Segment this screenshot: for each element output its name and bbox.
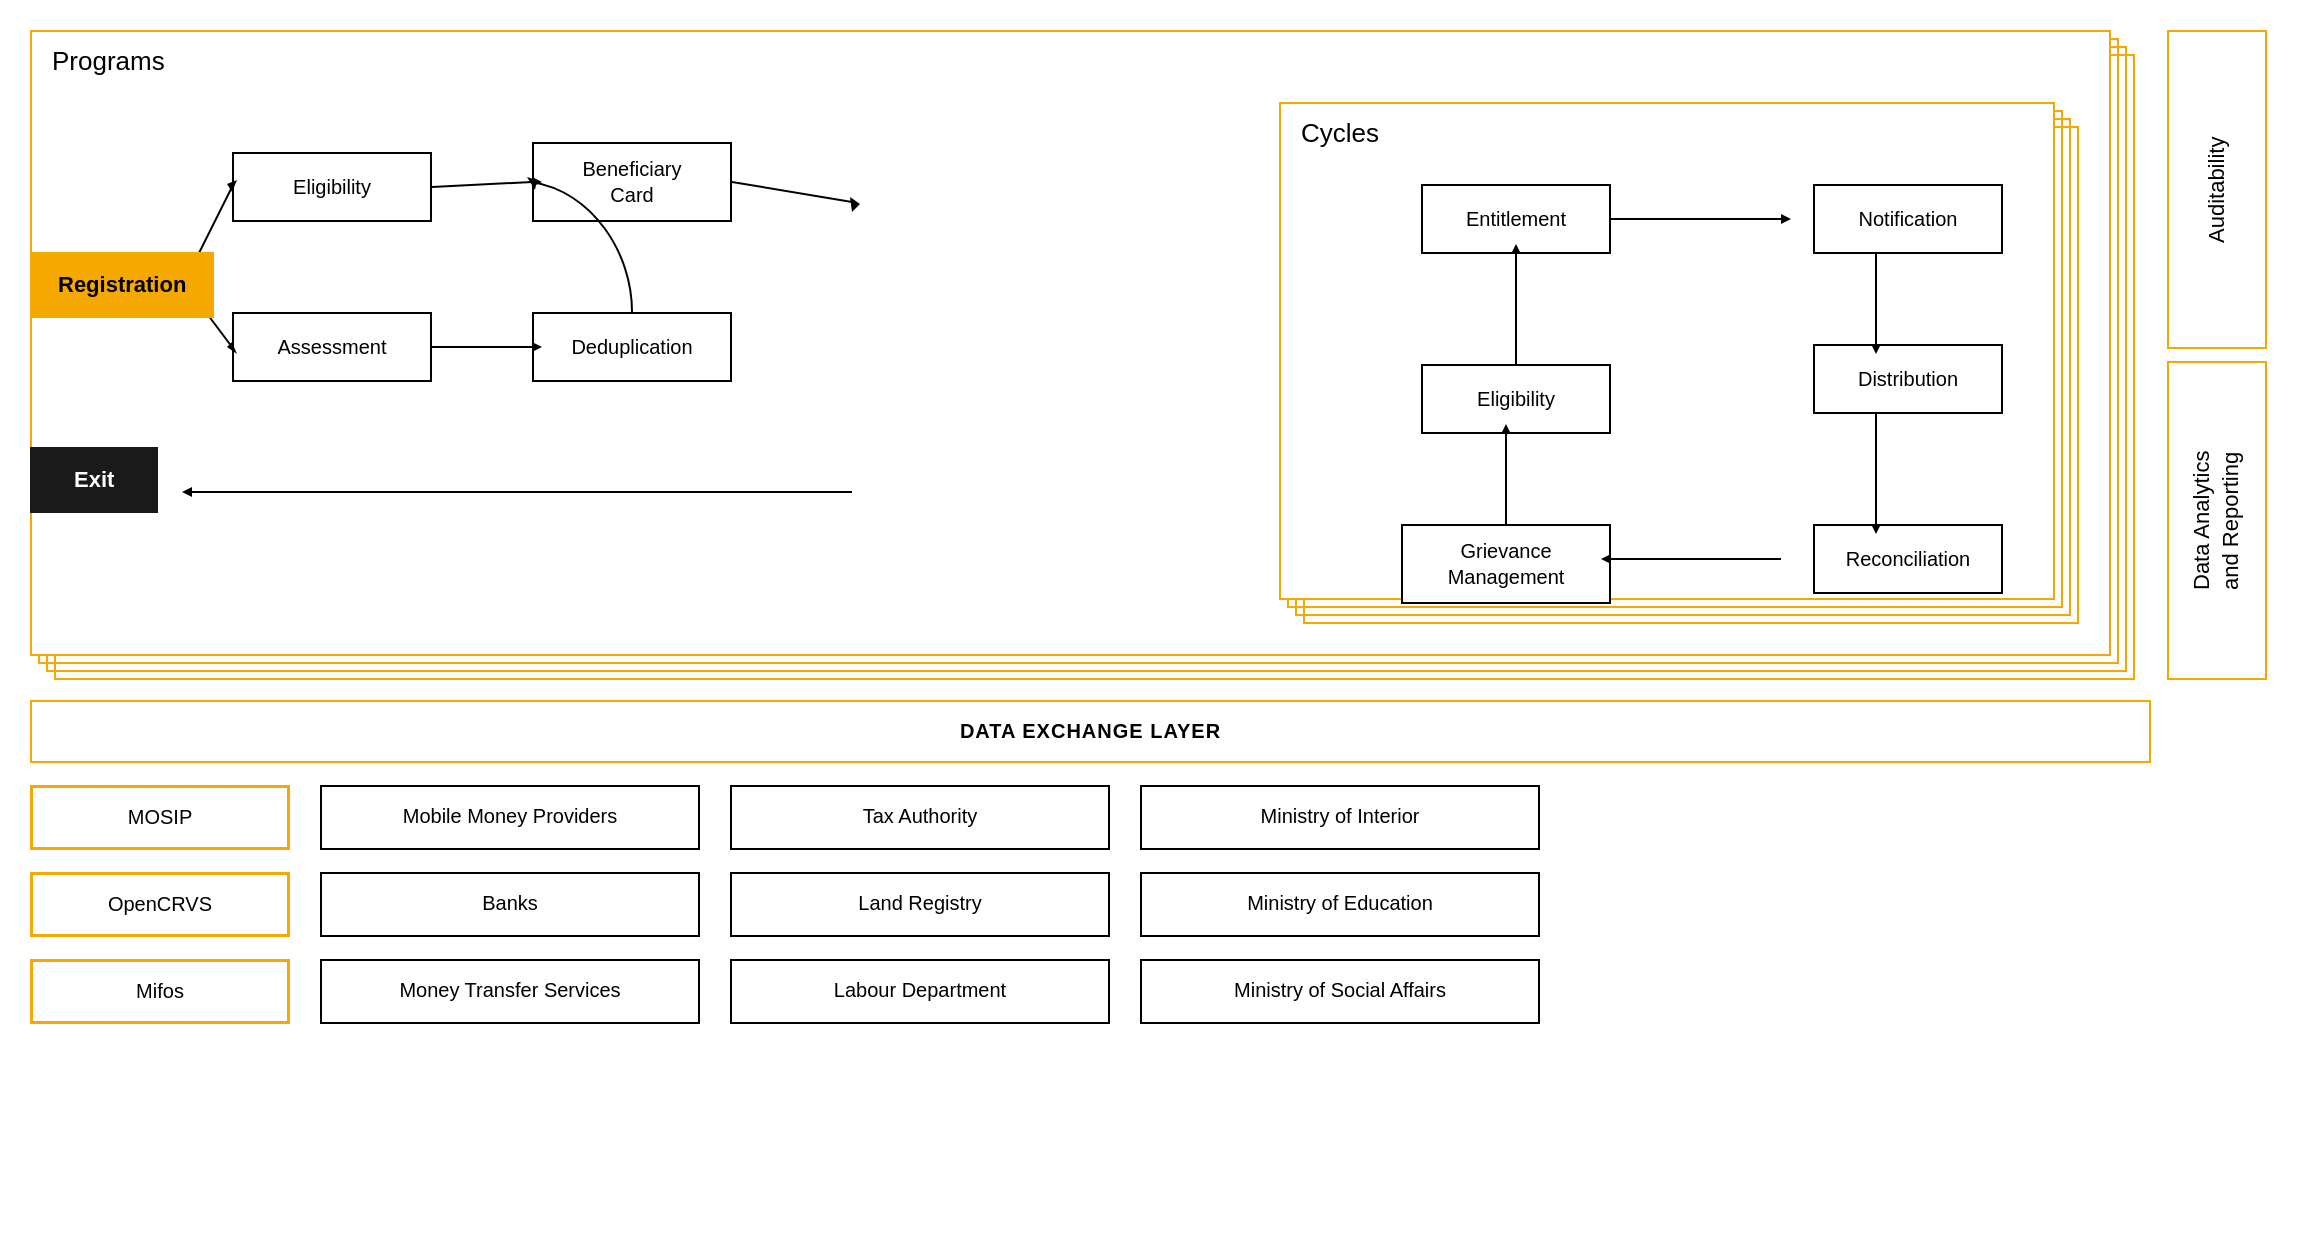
assessment-box: Assessment xyxy=(232,312,432,382)
grievance-box: GrievanceManagement xyxy=(1401,524,1611,604)
deduplication-box: Deduplication xyxy=(532,312,732,382)
ext-banks: Banks xyxy=(320,872,700,937)
svg-line-19 xyxy=(432,182,532,187)
distribution-box: Distribution xyxy=(1813,344,2003,414)
registration-button[interactable]: Registration xyxy=(30,252,214,318)
reconciliation-box: Reconciliation xyxy=(1813,524,2003,594)
ext-tax-authority: Tax Authority xyxy=(730,785,1110,850)
analytics-panel: Data Analyticsand Reporting xyxy=(2167,361,2267,680)
eligibility-program-box: Eligibility xyxy=(232,152,432,222)
ext-ministry-social: Ministry of Social Affairs xyxy=(1140,959,1540,1024)
svg-marker-22 xyxy=(850,197,860,212)
ext-mifos: Mifos xyxy=(30,959,290,1024)
ext-opencrvs: OpenCRVS xyxy=(30,872,290,937)
svg-marker-24 xyxy=(182,487,192,497)
ext-mobile-money: Mobile Money Providers xyxy=(320,785,700,850)
beneficiary-card-box: BeneficiaryCard xyxy=(532,142,732,222)
ext-land-registry: Land Registry xyxy=(730,872,1110,937)
ext-ministry-education: Ministry of Education xyxy=(1140,872,1540,937)
auditability-panel: Auditability xyxy=(2167,30,2267,349)
svg-line-21 xyxy=(732,182,852,202)
entitlement-box: Entitlement xyxy=(1421,184,1611,254)
exit-button[interactable]: Exit xyxy=(30,447,158,513)
cycles-label: Cycles xyxy=(1301,118,1379,149)
ext-ministry-interior: Ministry of Interior xyxy=(1140,785,1540,850)
svg-marker-1 xyxy=(1781,214,1791,224)
ext-mosip: MOSIP xyxy=(30,785,290,850)
notification-box: Notification xyxy=(1813,184,2003,254)
ext-money-transfer: Money Transfer Services xyxy=(320,959,700,1024)
ext-labour-dept: Labour Department xyxy=(730,959,1110,1024)
eligibility-cycle-box: Eligibility xyxy=(1421,364,1611,434)
programs-label: Programs xyxy=(52,46,165,77)
data-exchange-box: DATA EXCHANGE LAYER xyxy=(30,700,2151,763)
